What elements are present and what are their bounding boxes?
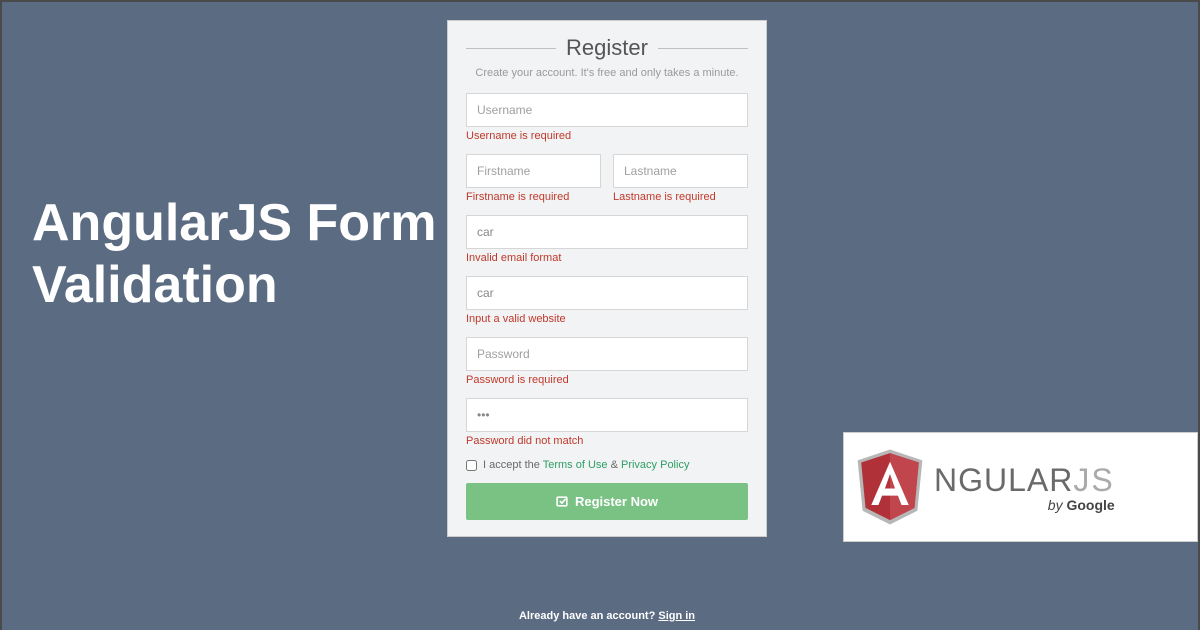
logo-by-google: by Google: [1048, 497, 1115, 513]
divider-left: [466, 48, 556, 49]
check-icon: [556, 495, 569, 508]
confirm-password-error: Password did not match: [466, 435, 748, 447]
logo-ngular: NGULAR: [934, 462, 1073, 499]
terms-prefix: I accept the: [483, 459, 543, 471]
lastname-error: Lastname is required: [613, 191, 748, 203]
form-title: Register: [566, 35, 648, 61]
register-button-label: Register Now: [575, 494, 658, 509]
terms-amp: &: [608, 459, 621, 471]
divider-right: [658, 48, 748, 49]
confirm-password-input[interactable]: [466, 398, 748, 432]
password-error: Password is required: [466, 374, 748, 386]
logo-by: by: [1048, 497, 1067, 513]
form-title-row: Register: [466, 35, 748, 61]
page-headline: AngularJS Form Validation: [32, 192, 437, 317]
logo-js: JS: [1073, 462, 1114, 499]
email-error: Invalid email format: [466, 252, 748, 264]
username-error: Username is required: [466, 130, 748, 142]
logo-word: NGULARJS: [934, 462, 1115, 499]
logo-google: Google: [1066, 497, 1114, 513]
email-input[interactable]: [466, 215, 748, 249]
password-input[interactable]: [466, 337, 748, 371]
headline-line-2: Validation: [32, 254, 437, 316]
username-input[interactable]: [466, 93, 748, 127]
terms-of-use-link[interactable]: Terms of Use: [543, 459, 608, 471]
terms-row[interactable]: I accept the Terms of Use & Privacy Poli…: [466, 459, 748, 471]
privacy-policy-link[interactable]: Privacy Policy: [621, 459, 689, 471]
terms-checkbox[interactable]: [466, 460, 477, 471]
firstname-error: Firstname is required: [466, 191, 601, 203]
sign-in-link[interactable]: Sign in: [658, 610, 695, 622]
angular-shield-icon: [854, 447, 926, 527]
terms-text: I accept the Terms of Use & Privacy Poli…: [483, 459, 689, 471]
angularjs-logo-box: NGULARJS by Google: [843, 432, 1198, 542]
already-have-account: Already have an account? Sign in: [447, 610, 767, 622]
headline-line-1: AngularJS Form: [32, 192, 437, 254]
register-now-button[interactable]: Register Now: [466, 483, 748, 520]
form-subtitle: Create your account. It's free and only …: [466, 67, 748, 79]
register-form-card: Register Create your account. It's free …: [447, 20, 767, 537]
already-text: Already have an account?: [519, 610, 658, 622]
logo-text: NGULARJS by Google: [934, 462, 1115, 513]
lastname-input[interactable]: [613, 154, 748, 188]
website-input[interactable]: [466, 276, 748, 310]
name-row: Firstname is required Lastname is requir…: [466, 154, 748, 215]
website-error: Input a valid website: [466, 313, 748, 325]
firstname-input[interactable]: [466, 154, 601, 188]
